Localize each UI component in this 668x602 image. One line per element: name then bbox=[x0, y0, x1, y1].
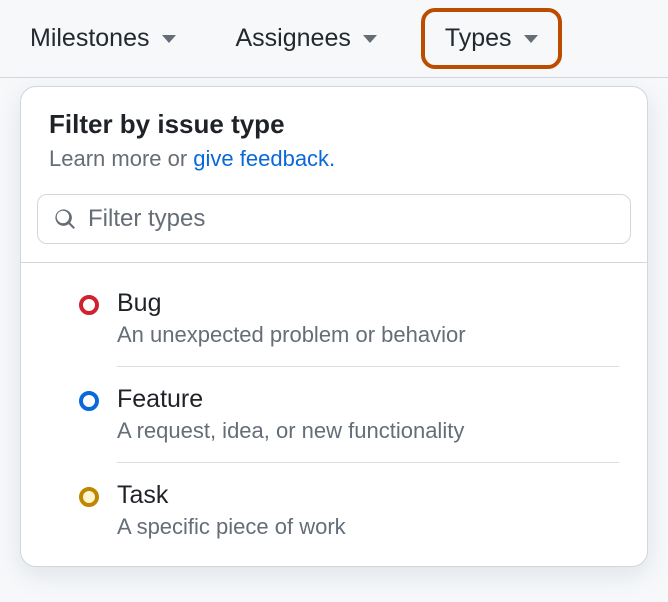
types-filter[interactable]: Types bbox=[427, 14, 556, 63]
filter-types-input[interactable] bbox=[88, 205, 614, 233]
type-name: Task bbox=[117, 481, 619, 510]
search-box[interactable] bbox=[37, 194, 631, 244]
type-option-feature[interactable]: Feature A request, idea, or new function… bbox=[21, 367, 647, 463]
type-desc: A request, idea, or new functionality bbox=[117, 418, 619, 444]
ring-icon bbox=[79, 391, 99, 411]
types-list: Bug An unexpected problem or behavior Fe… bbox=[21, 263, 647, 566]
item-body: Feature A request, idea, or new function… bbox=[117, 385, 619, 463]
type-option-task[interactable]: Task A specific piece of work bbox=[21, 463, 647, 558]
types-label: Types bbox=[445, 24, 512, 53]
assignees-label: Assignees bbox=[236, 24, 351, 53]
ring-icon bbox=[79, 295, 99, 315]
search-icon bbox=[54, 208, 76, 230]
type-option-bug[interactable]: Bug An unexpected problem or behavior bbox=[21, 271, 647, 367]
assignees-filter[interactable]: Assignees bbox=[226, 18, 387, 59]
popover-title: Filter by issue type bbox=[49, 109, 619, 140]
type-desc: An unexpected problem or behavior bbox=[117, 322, 619, 348]
item-body: Bug An unexpected problem or behavior bbox=[117, 289, 619, 367]
chevron-down-icon bbox=[162, 35, 176, 43]
chevron-down-icon bbox=[524, 35, 538, 43]
milestones-filter[interactable]: Milestones bbox=[20, 18, 186, 59]
popover-subtitle: Learn more or give feedback. bbox=[49, 146, 619, 172]
milestones-label: Milestones bbox=[30, 24, 150, 53]
popover-subtext-prefix: Learn more or bbox=[49, 146, 193, 171]
type-name: Feature bbox=[117, 385, 619, 414]
popover-header: Filter by issue type Learn more or give … bbox=[21, 87, 647, 182]
search-wrap bbox=[21, 194, 647, 263]
chevron-down-icon bbox=[363, 35, 377, 43]
type-desc: A specific piece of work bbox=[117, 514, 619, 540]
item-body: Task A specific piece of work bbox=[117, 481, 619, 558]
type-name: Bug bbox=[117, 289, 619, 318]
ring-icon bbox=[79, 487, 99, 507]
filter-bar: Milestones Assignees Types bbox=[0, 0, 668, 78]
types-popover: Filter by issue type Learn more or give … bbox=[20, 86, 648, 567]
give-feedback-link[interactable]: give feedback. bbox=[193, 146, 335, 171]
